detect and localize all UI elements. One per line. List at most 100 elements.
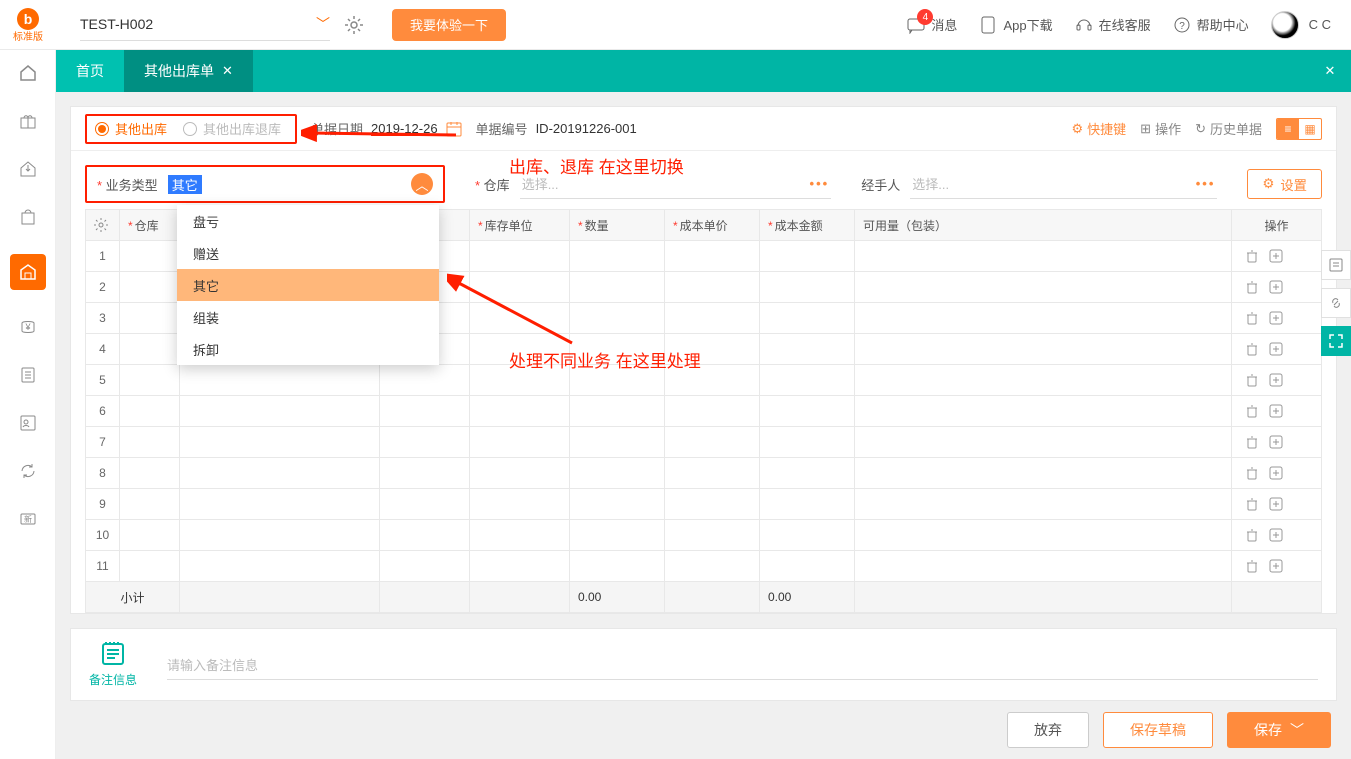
view-card-icon[interactable]: ▦: [1299, 119, 1321, 139]
table-row[interactable]: 11: [86, 551, 1322, 582]
th-operations: 操作: [1232, 210, 1322, 241]
add-row-icon[interactable]: [1267, 402, 1285, 420]
view-toggle: ≡ ▦: [1276, 118, 1322, 140]
history-icon: ↻: [1195, 121, 1206, 137]
add-row-icon[interactable]: [1267, 340, 1285, 358]
tab-home[interactable]: 首页: [56, 50, 124, 92]
delete-icon[interactable]: [1243, 464, 1261, 482]
remark-input[interactable]: 请输入备注信息: [167, 650, 1318, 680]
nav-online-service[interactable]: 在线客服: [1075, 15, 1151, 34]
nav-in-icon[interactable]: [17, 158, 39, 180]
chevron-down-icon: ﹀: [1290, 720, 1304, 740]
settings-button[interactable]: ⚙设置: [1247, 169, 1322, 199]
save-draft-button[interactable]: 保存草稿: [1103, 712, 1213, 748]
nav-messages[interactable]: 4 消息: [907, 15, 957, 34]
delete-icon[interactable]: [1243, 526, 1261, 544]
add-row-icon[interactable]: [1267, 278, 1285, 296]
more-icon[interactable]: •••: [810, 176, 830, 191]
nav-help-center[interactable]: ? 帮助中心: [1173, 15, 1249, 34]
radio-other-outbound-return[interactable]: 其他出库退库: [183, 119, 281, 138]
experience-button[interactable]: 我要体验一下: [392, 9, 506, 41]
remark-box: 备注信息 请输入备注信息: [70, 628, 1337, 701]
handler-select[interactable]: 经手人 选择...•••: [861, 169, 1217, 199]
row-ops: [1232, 365, 1322, 396]
grid-icon: ⊞: [1140, 121, 1151, 137]
add-row-icon[interactable]: [1267, 526, 1285, 544]
add-row-icon[interactable]: [1267, 433, 1285, 451]
nav-bag-icon[interactable]: [17, 206, 39, 228]
warehouse-select[interactable]: 仓库 选择...•••: [475, 169, 831, 199]
nav-gift-icon[interactable]: [17, 110, 39, 132]
discard-button[interactable]: 放弃: [1007, 712, 1089, 748]
delete-icon[interactable]: [1243, 247, 1261, 265]
tab-other-outbound[interactable]: 其他出库单 ✕: [124, 50, 253, 92]
headset-icon: [1075, 16, 1093, 34]
view-list-icon[interactable]: ≡: [1277, 119, 1299, 139]
doc-date-value[interactable]: 2019-12-26: [371, 121, 438, 136]
table-row[interactable]: 7: [86, 427, 1322, 458]
dropdown-item[interactable]: 组装: [177, 301, 439, 333]
nav-home-icon[interactable]: [17, 62, 39, 84]
gear-icon[interactable]: [344, 15, 364, 35]
nav-new-icon[interactable]: 新: [17, 508, 39, 530]
nav-app-download[interactable]: App下载: [979, 15, 1052, 34]
main: 其他出库 其他出库退库 单据日期 2019-12-26 单据编号 ID-2019…: [56, 92, 1351, 759]
close-icon[interactable]: ✕: [222, 63, 233, 79]
table-row[interactable]: 10: [86, 520, 1322, 551]
link-history[interactable]: ↻历史单据: [1195, 119, 1262, 138]
dropdown-item[interactable]: 拆卸: [177, 333, 439, 365]
table-row[interactable]: 6: [86, 396, 1322, 427]
org-selector[interactable]: TEST-H002 ﹀: [80, 9, 330, 41]
add-row-icon[interactable]: [1267, 309, 1285, 327]
svg-text:?: ?: [1179, 21, 1185, 32]
row-ops: [1232, 489, 1322, 520]
business-type-select-wrap: 业务类型 其它 ︿ 盘亏 赠送 其它 组装 拆卸: [85, 165, 445, 203]
link-shortcut[interactable]: ⚙快捷键: [1071, 119, 1126, 138]
tab-strip-close-button[interactable]: ✕: [1309, 50, 1351, 92]
nav-warehouse-icon[interactable]: [10, 254, 46, 290]
calendar-icon[interactable]: [446, 121, 462, 137]
rail-link-icon[interactable]: [1321, 288, 1351, 318]
business-type-select[interactable]: 业务类型 其它 ︿: [97, 173, 433, 195]
dropdown-item[interactable]: 赠送: [177, 237, 439, 269]
rail-note-icon[interactable]: [1321, 250, 1351, 280]
table-row[interactable]: 8: [86, 458, 1322, 489]
chevron-down-icon: ﹀: [316, 14, 330, 34]
nav-clipboard-icon[interactable]: [17, 364, 39, 386]
dropdown-item[interactable]: 盘亏: [177, 205, 439, 237]
table-row[interactable]: 5: [86, 365, 1322, 396]
add-row-icon[interactable]: [1267, 464, 1285, 482]
radio-dot-icon: [95, 122, 109, 136]
row-ops: [1232, 551, 1322, 582]
delete-icon[interactable]: [1243, 433, 1261, 451]
add-row-icon[interactable]: [1267, 495, 1285, 513]
row-ops: [1232, 241, 1322, 272]
more-icon[interactable]: •••: [1196, 176, 1216, 191]
rail-expand-icon[interactable]: [1321, 326, 1351, 356]
delete-icon[interactable]: [1243, 371, 1261, 389]
delete-icon[interactable]: [1243, 278, 1261, 296]
add-row-icon[interactable]: [1267, 371, 1285, 389]
dropdown-item[interactable]: 其它: [177, 269, 439, 301]
add-row-icon[interactable]: [1267, 247, 1285, 265]
radio-other-outbound[interactable]: 其他出库: [95, 119, 167, 138]
delete-icon[interactable]: [1243, 402, 1261, 420]
avatar[interactable]: [1271, 11, 1299, 39]
save-button[interactable]: 保存﹀: [1227, 712, 1331, 748]
column-settings-header[interactable]: [86, 210, 120, 241]
org-name: TEST-H002: [80, 16, 153, 32]
nav-contacts-icon[interactable]: [17, 412, 39, 434]
delete-icon[interactable]: [1243, 557, 1261, 575]
delete-icon[interactable]: [1243, 309, 1261, 327]
doc-number-value: ID-20191226-001: [536, 121, 637, 136]
link-operate[interactable]: ⊞操作: [1140, 119, 1181, 138]
add-row-icon[interactable]: [1267, 557, 1285, 575]
row-number: 7: [86, 427, 120, 458]
nav-money-icon[interactable]: ¥: [17, 316, 39, 338]
delete-icon[interactable]: [1243, 340, 1261, 358]
delete-icon[interactable]: [1243, 495, 1261, 513]
table-row[interactable]: 9: [86, 489, 1322, 520]
nav-sync-icon[interactable]: [17, 460, 39, 482]
user-name: C C: [1309, 17, 1331, 32]
footer-actions: 放弃 保存草稿 保存﹀: [70, 701, 1337, 759]
